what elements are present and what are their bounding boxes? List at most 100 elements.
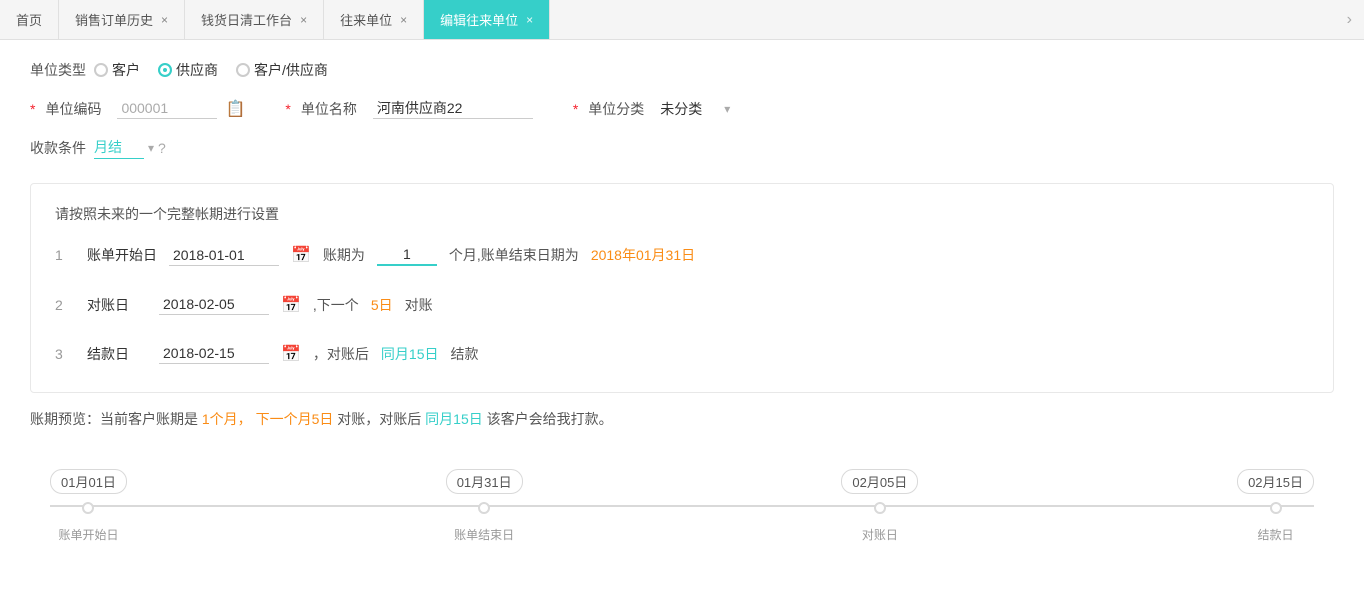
tabs-bar: 首页 销售订单历史 × 钱货日清工作台 × 往来单位 × 编辑往来单位 × › [0,0,1364,40]
timeline: 01月01日 账单开始日 01月31日 账单结束日 02月05日 对账日 02月… [30,459,1334,553]
preview-part3: 对账，对账后 [337,411,421,427]
radio-supplier[interactable]: 供应商 [158,60,218,80]
settings-section: 请按照未来的一个完整帐期进行设置 1 账单开始日 📅 账期为 个月,账单结束日期… [30,183,1334,393]
row-2-prefix: ,下一个 [313,295,359,315]
payment-label: 收款条件 [30,138,86,158]
unit-category-value: 未分类 [660,99,720,119]
timeline-item-1: 01月01日 账单开始日 [50,469,127,543]
tab-edit-partner-close[interactable]: × [526,13,533,27]
preview-part4: 同月15日 [425,411,483,427]
row-2-suffix-after: 对账 [405,295,433,315]
timeline-dot-2 [478,502,490,514]
preview-part1: 1个月， [202,411,252,427]
row-3-calendar-icon[interactable]: 📅 [281,344,301,364]
preview-section: 账期预览：当前客户账期是 1个月， 下一个月5日 对账，对账后 同月15日 该客… [30,393,1334,449]
timeline-dot-1 [82,502,94,514]
tab-edit-partner-label: 编辑往来单位 [440,10,518,29]
unit-code-input[interactable] [117,98,217,119]
row-1-date-input[interactable] [169,245,279,266]
unit-name-group: * 单位名称 [285,98,532,119]
unit-name-label: 单位名称 [301,99,357,119]
row-3-label: 结款日 [87,344,147,364]
radio-supplier-label: 供应商 [176,60,218,80]
setting-row-2: 2 对账日 📅 ,下一个 5日 对账 [55,294,1309,315]
row-2-calendar-icon[interactable]: 📅 [281,295,301,315]
row-1-suffix-after: 个月,账单结束日期为 [449,245,579,265]
radio-both-label: 客户/供应商 [254,60,328,80]
row-3-date-input[interactable] [159,343,269,364]
unit-category-label: 单位分类 [588,99,644,119]
row-2-label: 对账日 [87,295,147,315]
timeline-items: 01月01日 账单开始日 01月31日 账单结束日 02月05日 对账日 02月… [50,469,1314,543]
timeline-item-2: 01月31日 账单结束日 [446,469,523,543]
section-desc: 请按照未来的一个完整帐期进行设置 [55,204,1309,224]
unit-category-star: * [573,101,578,117]
tab-home[interactable]: 首页 [0,0,59,39]
unit-category-dropdown[interactable]: 未分类 ▾ [660,99,730,119]
timeline-sublabel-4: 结款日 [1258,526,1294,543]
tab-sales-history-label: 销售订单历史 [75,10,153,29]
row-3-num: 3 [55,346,75,362]
tab-cashwork-close[interactable]: × [300,13,307,27]
radio-both[interactable]: 客户/供应商 [236,60,328,80]
tab-sales-history-close[interactable]: × [161,13,168,27]
unit-type-row: 单位类型 客户 供应商 客户/供应商 [30,60,1334,80]
question-icon[interactable]: ? [158,140,166,156]
row-3-suffix-after: 结款 [451,344,479,364]
radio-customer[interactable]: 客户 [94,60,140,80]
radio-supplier-circle [158,63,172,77]
payment-dropdown[interactable]: 月结 ▾ [94,137,154,159]
unit-type-radio-group: 客户 供应商 客户/供应商 [94,60,328,80]
unit-code-label: 单位编码 [45,99,101,119]
timeline-dot-4 [1270,502,1282,514]
unit-name-input[interactable] [373,98,533,119]
row-3-prefix: ，对账后 [313,344,369,364]
timeline-sublabel-3: 对账日 [862,526,898,543]
unit-code-calendar-icon[interactable]: 📋 [225,99,245,119]
tab-partner-label: 往来单位 [340,10,392,29]
timeline-badge-4: 02月15日 [1237,469,1314,494]
tab-sales-history[interactable]: 销售订单历史 × [59,0,185,39]
unit-category-chevron-icon[interactable]: ▾ [724,102,730,116]
unit-code-group: * 单位编码 📋 [30,98,245,119]
timeline-sublabel-2: 账单结束日 [454,526,514,543]
row-1-highlight: 2018年01月31日 [591,245,695,265]
tab-home-label: 首页 [16,10,42,29]
tab-partner-close[interactable]: × [400,13,407,27]
preview-part5: 该客户会给我打款。 [487,411,613,427]
timeline-sublabel-1: 账单开始日 [58,526,118,543]
timeline-dot-3 [874,502,886,514]
radio-both-circle [236,63,250,77]
radio-customer-label: 客户 [112,60,140,80]
row-2-date-input[interactable] [159,294,269,315]
setting-row-1: 1 账单开始日 📅 账期为 个月,账单结束日期为 2018年01月31日 [55,244,1309,266]
page-content: 单位类型 客户 供应商 客户/供应商 * 单位编码 📋 [0,40,1364,608]
payment-value: 月结 [94,137,144,159]
row-1-label: 账单开始日 [87,245,157,265]
tab-partner[interactable]: 往来单位 × [324,0,424,39]
timeline-item-4: 02月15日 结款日 [1237,469,1314,543]
payment-chevron-icon[interactable]: ▾ [148,141,154,155]
timeline-badge-2: 01月31日 [446,469,523,494]
unit-type-label: 单位类型 [30,60,86,80]
unit-code-star: * [30,101,35,117]
row-2-highlight-mid: 5日 [371,295,393,315]
payment-row: 收款条件 月结 ▾ ? [30,137,1334,159]
unit-info-row: * 单位编码 📋 * 单位名称 * 单位分类 未分类 ▾ [30,98,1334,119]
timeline-item-3: 02月05日 对账日 [841,469,918,543]
row-1-calendar-icon[interactable]: 📅 [291,245,311,265]
tab-cashwork[interactable]: 钱货日清工作台 × [185,0,324,39]
tabs-more-button[interactable]: › [1335,0,1364,39]
row-1-num: 1 [55,247,75,263]
unit-category-group: * 单位分类 未分类 ▾ [573,99,730,119]
tab-cashwork-label: 钱货日清工作台 [201,10,292,29]
tab-edit-partner[interactable]: 编辑往来单位 × [424,0,550,39]
row-3-highlight-mid: 同月15日 [381,344,439,364]
row-2-num: 2 [55,297,75,313]
timeline-badge-1: 01月01日 [50,469,127,494]
row-1-suffix-before: 账期为 [323,245,365,265]
radio-customer-circle [94,63,108,77]
setting-row-3: 3 结款日 📅 ，对账后 同月15日 结款 [55,343,1309,364]
row-1-period-input[interactable] [377,244,437,266]
preview-label: 账期预览：当前客户账期是 [30,411,198,427]
